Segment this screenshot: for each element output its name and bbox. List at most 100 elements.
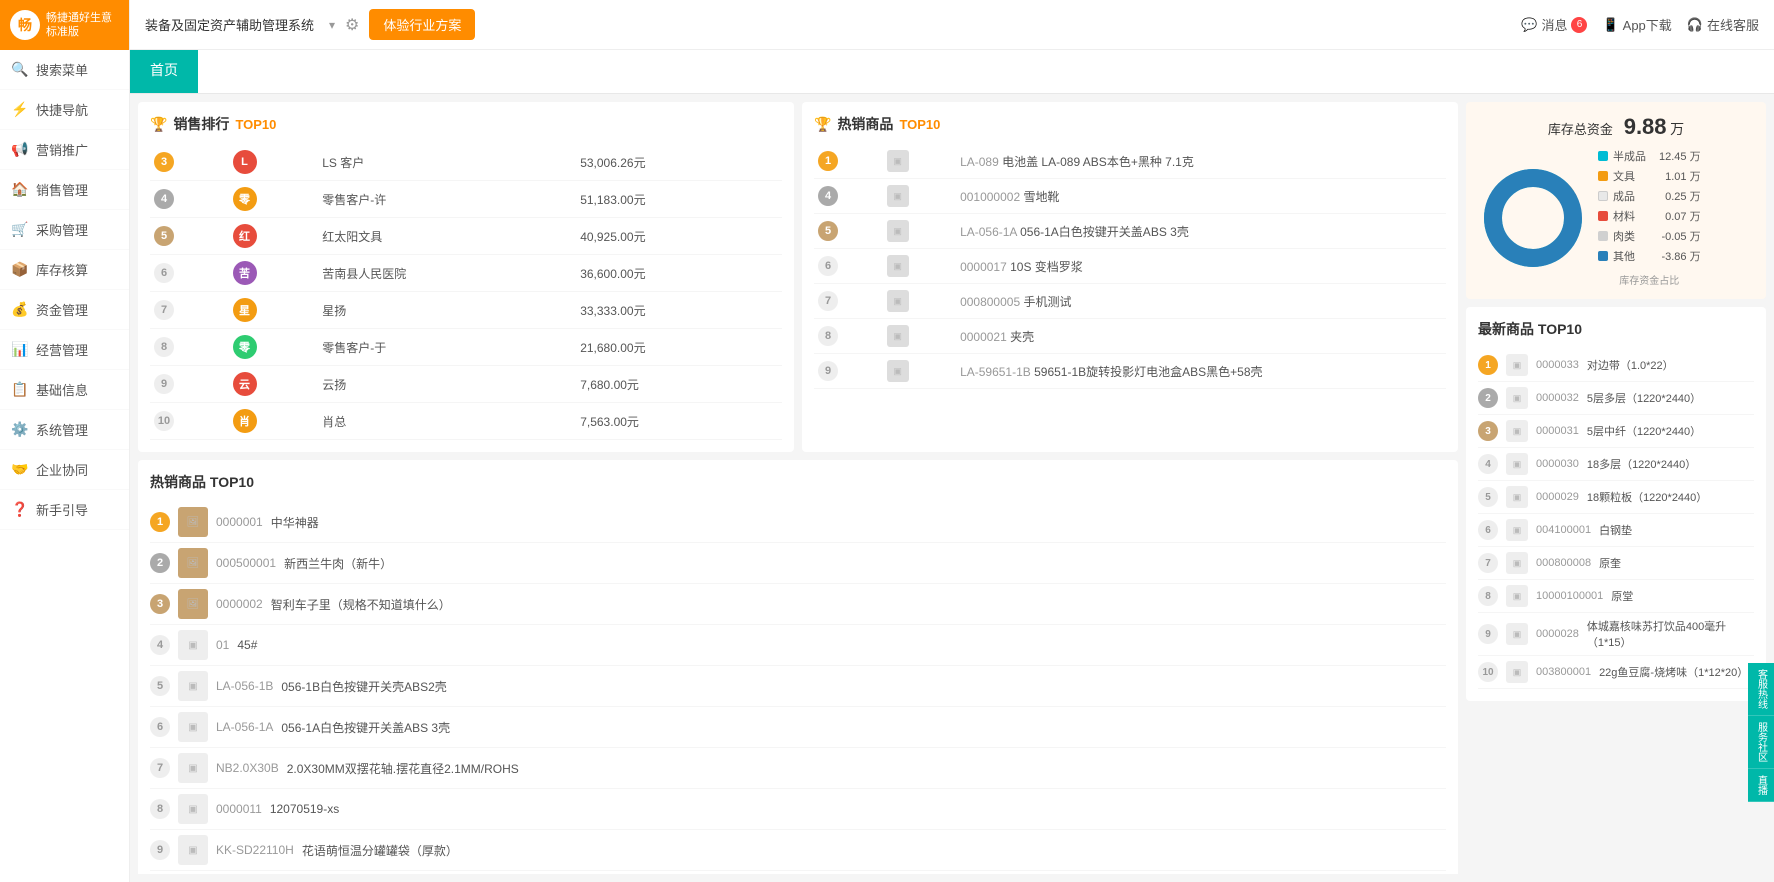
float-btn-hotline[interactable]: 客服热线 bbox=[1748, 663, 1774, 716]
hot-products-list: 1 🖼 0000001 中华神器 2 🖼 000500001 新西兰牛肉（新牛）… bbox=[150, 502, 1446, 871]
legend-dot bbox=[1598, 151, 1608, 161]
list-item: 5 ▣ 0000029 18颗粒板（1220*2440） bbox=[1478, 481, 1754, 514]
list-item: 7 ▣ 000800008 原奎 bbox=[1478, 547, 1754, 580]
list-item: 7 ▣ NB2.0X30B 2.0X30MM双摆花轴.摆花直径2.1MM/ROH… bbox=[150, 748, 1446, 789]
donut-chart bbox=[1478, 163, 1588, 273]
table-row: 7 星 星扬 33,333.00元 bbox=[150, 292, 782, 329]
sidebar: 畅 畅捷通好生意 标准版 🔍 搜索菜单 ⚡ 快捷导航 📢 营销推广 🏠 销售管理… bbox=[0, 0, 130, 882]
donut-area: 半成品 12.45 万 文具 1.01 万 成品 0.25 万 bbox=[1478, 148, 1754, 287]
cart-icon: 🛒 bbox=[12, 222, 28, 238]
list-item: 6 ▣ LA-056-1A 056-1A白色按键开关盖ABS 3壳 bbox=[150, 707, 1446, 748]
table-row: 7 ▣ 000800005 手机测试 bbox=[814, 284, 1446, 319]
float-service: 客服热线 服务社区 直播 bbox=[1748, 663, 1774, 802]
customer-ranking-title: 🏆 销售排行 TOP10 bbox=[150, 114, 782, 134]
sidebar-item-label: 系统管理 bbox=[36, 420, 88, 439]
app-download-label: App下载 bbox=[1623, 15, 1672, 34]
sidebar-item-guide[interactable]: ❓ 新手引导 bbox=[0, 490, 129, 530]
phone-icon: 📱 bbox=[1602, 17, 1618, 33]
list-item: 3 🖼 0000002 智利车子里（规格不知道填什么） bbox=[150, 584, 1446, 625]
box-icon: 📦 bbox=[12, 262, 28, 278]
list-item: 8 ▣ 0000011 12070519-xs bbox=[150, 789, 1446, 830]
table-row: 6 苦 苦南县人民医院 36,600.00元 bbox=[150, 255, 782, 292]
dropdown-icon[interactable]: ▾ bbox=[329, 18, 335, 32]
sidebar-item-label: 经营管理 bbox=[36, 340, 88, 359]
sidebar-item-label: 采购管理 bbox=[36, 220, 88, 239]
table-row: 9 云 云扬 7,680.00元 bbox=[150, 366, 782, 403]
table-row: 5 ▣ LA-056-1A 056-1A白色按键开关盖ABS 3壳 bbox=[814, 214, 1446, 249]
content: 🏆 销售排行 TOP10 3 L LS 客户 53,006.26元 4 零 零售… bbox=[130, 94, 1774, 882]
headset-icon: 🎧 bbox=[1687, 17, 1703, 33]
sidebar-logo: 畅 畅捷通好生意 标准版 bbox=[0, 0, 129, 50]
list-item: 3 ▣ 0000031 5层中纤（1220*2440） bbox=[1478, 415, 1754, 448]
goods-table: 1 ▣ LA-089 电池盖 LA-089 ABS本色+黑种 7.1克 4 ▣ … bbox=[814, 144, 1446, 389]
money-icon: 💰 bbox=[12, 302, 28, 318]
legend-item: 成品 0.25 万 bbox=[1598, 188, 1701, 204]
sidebar-item-search[interactable]: 🔍 搜索菜单 bbox=[0, 50, 129, 90]
list-item: 10 ▣ 003800001 22g鱼豆腐-烧烤味（1*12*20） bbox=[1478, 656, 1754, 689]
table-row: 1 ▣ LA-089 电池盖 LA-089 ABS本色+黑种 7.1克 bbox=[814, 144, 1446, 179]
hot-products-title: 热销商品 TOP10 bbox=[150, 472, 1446, 492]
nav-tabs: 首页 bbox=[130, 50, 1774, 94]
inventory-summary-card: 库存总资金 9.88 万 bbox=[1466, 102, 1766, 299]
sidebar-item-base[interactable]: 📋 基础信息 bbox=[0, 370, 129, 410]
message-item[interactable]: 💬 消息 6 bbox=[1521, 15, 1587, 34]
sidebar-item-inventory[interactable]: 📦 库存核算 bbox=[0, 250, 129, 290]
system-name: 装备及固定资产辅助管理系统 bbox=[145, 15, 314, 34]
sidebar-item-purchase[interactable]: 🛒 采购管理 bbox=[0, 210, 129, 250]
legend-dot bbox=[1598, 191, 1608, 201]
table-row: 4 ▣ 001000002 雪地靴 bbox=[814, 179, 1446, 214]
table-row: 8 ▣ 0000021 夹壳 bbox=[814, 319, 1446, 354]
sidebar-item-label: 营销推广 bbox=[36, 140, 88, 159]
list-item: 2 🖼 000500001 新西兰牛肉（新牛） bbox=[150, 543, 1446, 584]
donut-legend: 半成品 12.45 万 文具 1.01 万 成品 0.25 万 bbox=[1598, 148, 1701, 287]
sidebar-item-enterprise[interactable]: 🤝 企业协同 bbox=[0, 450, 129, 490]
sidebar-item-quick-nav[interactable]: ⚡ 快捷导航 bbox=[0, 90, 129, 130]
legend-dot bbox=[1598, 251, 1608, 261]
sidebar-item-label: 企业协同 bbox=[36, 460, 88, 479]
sidebar-item-sales[interactable]: 🏠 销售管理 bbox=[0, 170, 129, 210]
table-row: 6 ▣ 0000017 10S 变档罗浆 bbox=[814, 249, 1446, 284]
settings-icon[interactable]: ⚙ bbox=[345, 15, 359, 35]
table-row: 10 肖 肖总 7,563.00元 bbox=[150, 403, 782, 440]
table-row: 5 红 红太阳文具 40,925.00元 bbox=[150, 218, 782, 255]
tab-home[interactable]: 首页 bbox=[130, 50, 198, 93]
message-label: 消息 bbox=[1541, 15, 1567, 34]
main-area: 装备及固定资产辅助管理系统 ▾ ⚙ 体验行业方案 💬 消息 6 📱 App下载 … bbox=[130, 0, 1774, 882]
sidebar-item-finance[interactable]: 💰 资金管理 bbox=[0, 290, 129, 330]
trial-button[interactable]: 体验行业方案 bbox=[369, 9, 475, 40]
customer-table: 3 L LS 客户 53,006.26元 4 零 零售客户-许 51,183.0… bbox=[150, 144, 782, 440]
table-row: 4 零 零售客户-许 51,183.00元 bbox=[150, 181, 782, 218]
legend-dot bbox=[1598, 211, 1608, 221]
app-download-item[interactable]: 📱 App下载 bbox=[1602, 15, 1671, 34]
table-row: 8 零 零售客户-于 21,680.00元 bbox=[150, 329, 782, 366]
legend-item: 文具 1.01 万 bbox=[1598, 168, 1701, 184]
list-item: 4 ▣ 01 45# bbox=[150, 625, 1446, 666]
hot-goods-card: 🏆 热销商品 TOP10 1 ▣ LA-089 电池盖 LA-089 ABS本色… bbox=[802, 102, 1458, 452]
float-btn-live[interactable]: 直播 bbox=[1748, 769, 1774, 802]
message-icon: 💬 bbox=[1521, 17, 1537, 33]
top-panels: 🏆 销售排行 TOP10 3 L LS 客户 53,006.26元 4 零 零售… bbox=[138, 102, 1458, 452]
list-item: 1 🖼 0000001 中华神器 bbox=[150, 502, 1446, 543]
float-btn-community[interactable]: 服务社区 bbox=[1748, 716, 1774, 769]
logo-icon: 畅 bbox=[10, 10, 40, 40]
legend-item: 肉类 -0.05 万 bbox=[1598, 228, 1701, 244]
sidebar-item-label: 搜索菜单 bbox=[36, 60, 88, 79]
right-panel: 库存总资金 9.88 万 bbox=[1466, 102, 1766, 874]
sidebar-item-system[interactable]: ⚙️ 系统管理 bbox=[0, 410, 129, 450]
list-item: 4 ▣ 0000030 18多层（1220*2440） bbox=[1478, 448, 1754, 481]
list-item: 9 ▣ KK-SD22110H 花语萌恒温分罐罐袋（厚款） bbox=[150, 830, 1446, 871]
lightning-icon: ⚡ bbox=[12, 102, 28, 118]
sidebar-item-label: 基础信息 bbox=[36, 380, 88, 399]
sidebar-item-operation[interactable]: 📊 经营管理 bbox=[0, 330, 129, 370]
sidebar-item-marketing[interactable]: 📢 营销推广 bbox=[0, 130, 129, 170]
online-service-label: 在线客服 bbox=[1707, 15, 1759, 34]
main-panel: 🏆 销售排行 TOP10 3 L LS 客户 53,006.26元 4 零 零售… bbox=[138, 102, 1458, 874]
list-item: 8 ▣ 10000100001 原堂 bbox=[1478, 580, 1754, 613]
online-service-item[interactable]: 🎧 在线客服 bbox=[1687, 15, 1759, 34]
legend-item: 材料 0.07 万 bbox=[1598, 208, 1701, 224]
list-icon: 📋 bbox=[12, 382, 28, 398]
chart-icon: 📊 bbox=[12, 342, 28, 358]
legend-item: 半成品 12.45 万 bbox=[1598, 148, 1701, 164]
topbar: 装备及固定资产辅助管理系统 ▾ ⚙ 体验行业方案 💬 消息 6 📱 App下载 … bbox=[130, 0, 1774, 50]
hot-products-card: 热销商品 TOP10 1 🖼 0000001 中华神器 2 🖼 00050000… bbox=[138, 460, 1458, 874]
